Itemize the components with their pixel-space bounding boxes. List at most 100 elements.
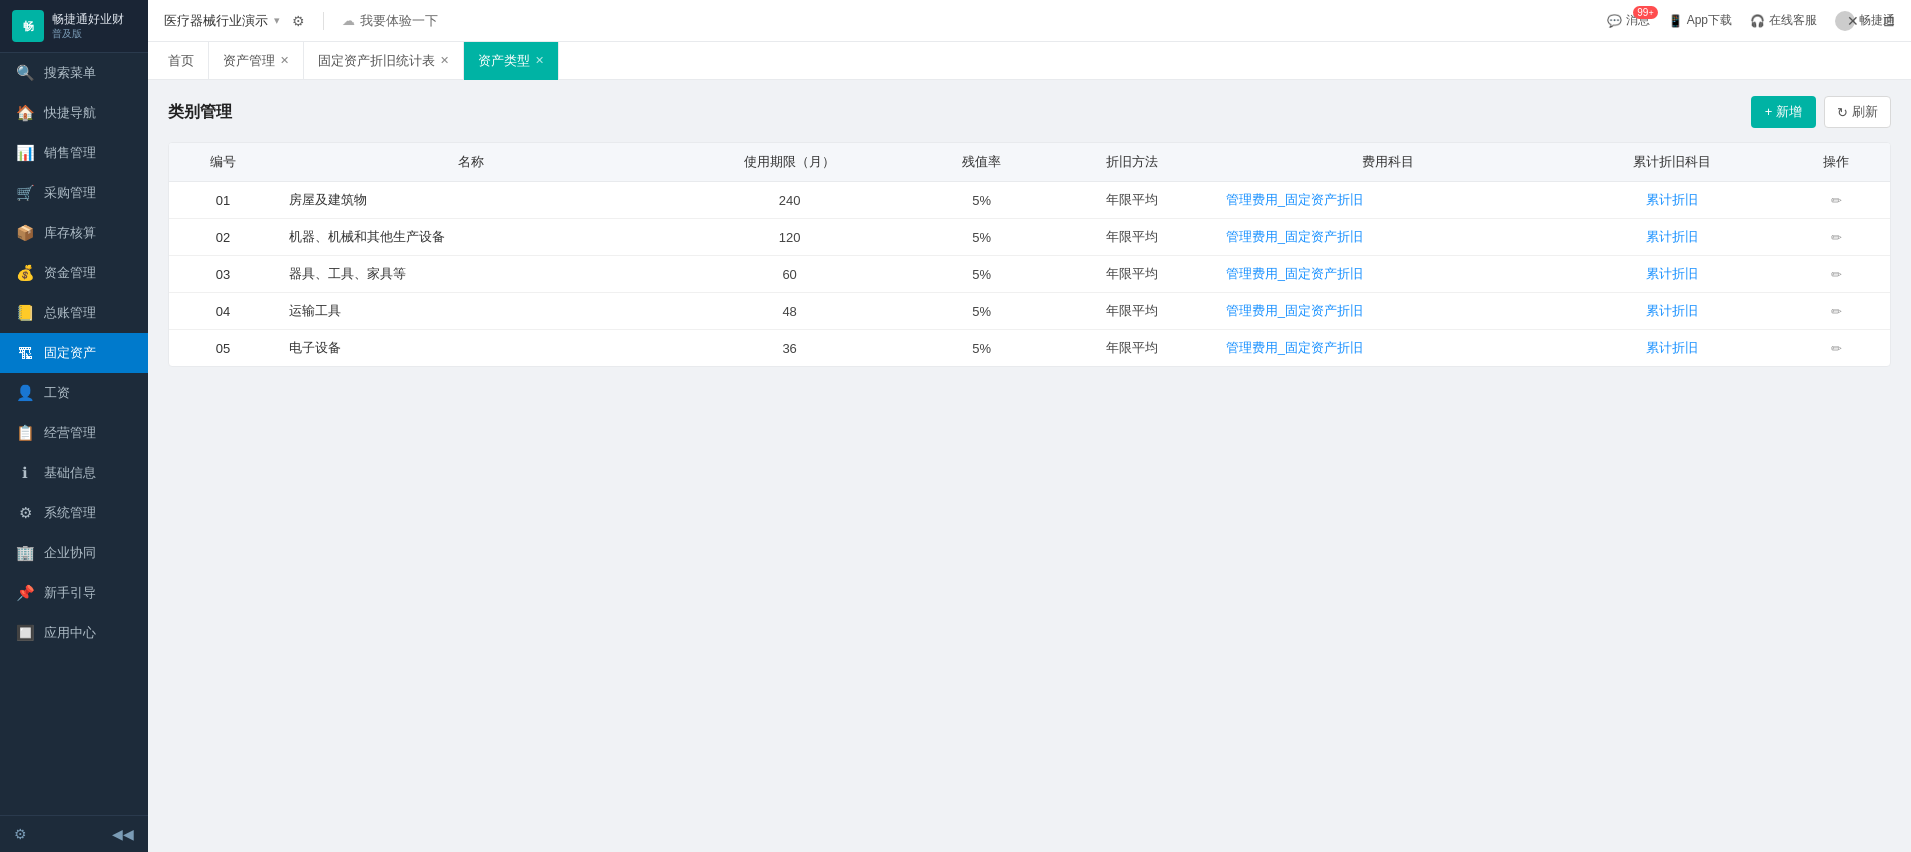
cell-expense: 管理费用_固定资产折旧 [1214, 330, 1562, 367]
online-service-button[interactable]: 🎧 在线客服 [1750, 12, 1817, 29]
cell-period: 240 [665, 182, 913, 219]
sidebar-item-fixed-asset[interactable]: 🏗 固定资产 [0, 333, 148, 373]
edit-button[interactable]: ✏ [1831, 304, 1842, 319]
refresh-label: 刷新 [1852, 103, 1878, 121]
cell-expense: 管理费用_固定资产折旧 [1214, 256, 1562, 293]
cell-period: 36 [665, 330, 913, 367]
table-row: 01 房屋及建筑物 240 5% 年限平均 管理费用_固定资产折旧 累计折旧 ✏ [169, 182, 1890, 219]
money-icon: 💰 [16, 264, 34, 282]
edit-button[interactable]: ✏ [1831, 267, 1842, 282]
sidebar-item-enterprise[interactable]: 🏢 企业协同 [0, 533, 148, 573]
chevron-down-icon: ▾ [274, 14, 280, 27]
cell-code: 01 [169, 182, 277, 219]
fixed-asset-icon: 🏗 [16, 345, 34, 362]
tab-asset-mgmt[interactable]: 资产管理 ✕ [209, 42, 304, 80]
experience-button[interactable]: ☁ 我要体验一下 [342, 12, 438, 30]
sidebar-item-purchase[interactable]: 🛒 采购管理 [0, 173, 148, 213]
sidebar-item-inventory[interactable]: 📦 库存核算 [0, 213, 148, 253]
main-area: 医疗器械行业演示 ▾ ⚙ ☁ 我要体验一下 💬 消息 99+ 📱 App下载 🎧… [148, 0, 1911, 852]
industry-settings-icon[interactable]: ⚙ [292, 13, 305, 29]
settings-icon[interactable]: ⚙ [14, 826, 27, 842]
industry-selector[interactable]: 医疗器械行业演示 ▾ [164, 12, 280, 30]
app-logo-icon: 畅 [12, 10, 44, 42]
cell-expense: 管理费用_固定资产折旧 [1214, 219, 1562, 256]
cell-name: 房屋及建筑物 [277, 182, 666, 219]
notification-badge: 99+ [1633, 6, 1657, 19]
refresh-button[interactable]: ↻ 刷新 [1824, 96, 1891, 128]
sidebar-item-funds[interactable]: 💰 资金管理 [0, 253, 148, 293]
tab-home-label: 首页 [168, 52, 194, 70]
table-row: 02 机器、机械和其他生产设备 120 5% 年限平均 管理费用_固定资产折旧 … [169, 219, 1890, 256]
cell-residual: 5% [914, 256, 1050, 293]
category-table-container: 编号 名称 使用期限（月） 残值率 折旧方法 费用科目 累计折旧科目 操作 01… [168, 142, 1891, 367]
sidebar-item-ledger[interactable]: 📒 总账管理 [0, 293, 148, 333]
col-accumulated: 累计折旧科目 [1562, 143, 1782, 182]
cell-method: 年限平均 [1050, 293, 1214, 330]
sidebar-item-salary[interactable]: 👤 工资 [0, 373, 148, 413]
sidebar-label-inventory: 库存核算 [44, 224, 96, 242]
topbar: 医疗器械行业演示 ▾ ⚙ ☁ 我要体验一下 💬 消息 99+ 📱 App下载 🎧… [148, 0, 1911, 42]
close-tab-asset-mgmt[interactable]: ✕ [280, 54, 289, 67]
cell-name: 机器、机械和其他生产设备 [277, 219, 666, 256]
sidebar-item-search[interactable]: 🔍 搜索菜单 [0, 53, 148, 93]
content-area: 类别管理 + 新增 ↻ 刷新 编号 名称 使用期限（月） 残值率 折旧方法 [148, 80, 1911, 852]
cell-action: ✏ [1782, 330, 1890, 367]
app-center-icon: 🔲 [16, 624, 34, 642]
sidebar-item-sales[interactable]: 📊 销售管理 [0, 133, 148, 173]
app-version: 普及版 [52, 27, 124, 41]
col-period: 使用期限（月） [665, 143, 913, 182]
cell-accumulated: 累计折旧 [1562, 293, 1782, 330]
edit-button[interactable]: ✏ [1831, 230, 1842, 245]
tab-asset-type[interactable]: 资产类型 ✕ [464, 42, 559, 80]
app-download-button[interactable]: 📱 App下载 [1668, 12, 1732, 29]
guide-icon: 📌 [16, 584, 34, 602]
edit-button[interactable]: ✏ [1831, 341, 1842, 356]
collapse-sidebar-button[interactable]: ◀◀ [112, 826, 134, 842]
new-button[interactable]: + 新增 [1751, 96, 1816, 128]
sidebar-label-enterprise: 企业协同 [44, 544, 96, 562]
cell-action: ✏ [1782, 219, 1890, 256]
cell-residual: 5% [914, 330, 1050, 367]
sidebar-label-basic-info: 基础信息 [44, 464, 96, 482]
header-actions: + 新增 ↻ 刷新 [1751, 96, 1891, 128]
sidebar-label-ledger: 总账管理 [44, 304, 96, 322]
col-action: 操作 [1782, 143, 1890, 182]
sidebar-item-basic-info[interactable]: ℹ 基础信息 [0, 453, 148, 493]
sidebar-label-fixed-asset: 固定资产 [44, 344, 96, 362]
cell-action: ✏ [1782, 182, 1890, 219]
close-window-button[interactable]: ✕ [1835, 2, 1871, 40]
maximize-window-button[interactable]: ⊡ [1871, 2, 1907, 40]
tab-asset-type-label: 资产类型 [478, 52, 530, 70]
sidebar-item-system[interactable]: ⚙ 系统管理 [0, 493, 148, 533]
cell-name: 运输工具 [277, 293, 666, 330]
tab-asset-mgmt-label: 资产管理 [223, 52, 275, 70]
tab-fixed-asset-table[interactable]: 固定资产折旧统计表 ✕ [304, 42, 464, 80]
cell-action: ✏ [1782, 256, 1890, 293]
person-icon: 👤 [16, 384, 34, 402]
notification-icon: 💬 [1607, 14, 1622, 28]
sidebar-label-sales: 销售管理 [44, 144, 96, 162]
page-header: 类别管理 + 新增 ↻ 刷新 [168, 96, 1891, 128]
close-tab-fixed-asset-table[interactable]: ✕ [440, 54, 449, 67]
sidebar-item-guide[interactable]: 📌 新手引导 [0, 573, 148, 613]
table-row: 04 运输工具 48 5% 年限平均 管理费用_固定资产折旧 累计折旧 ✏ [169, 293, 1890, 330]
sidebar-item-operations[interactable]: 📋 经营管理 [0, 413, 148, 453]
sidebar-item-quick-nav[interactable]: 🏠 快捷导航 [0, 93, 148, 133]
cell-method: 年限平均 [1050, 182, 1214, 219]
sidebar-item-app-center[interactable]: 🔲 应用中心 [0, 613, 148, 653]
notifications-button[interactable]: 💬 消息 99+ [1607, 12, 1650, 29]
cell-period: 48 [665, 293, 913, 330]
close-tab-asset-type[interactable]: ✕ [535, 54, 544, 67]
online-service-label: 在线客服 [1769, 12, 1817, 29]
category-table: 编号 名称 使用期限（月） 残值率 折旧方法 费用科目 累计折旧科目 操作 01… [169, 143, 1890, 366]
cell-action: ✏ [1782, 293, 1890, 330]
edit-button[interactable]: ✏ [1831, 193, 1842, 208]
sidebar-label-quick-nav: 快捷导航 [44, 104, 96, 122]
phone-icon: 📱 [1668, 14, 1683, 28]
cart-icon: 🛒 [16, 184, 34, 202]
sidebar-nav: 🔍 搜索菜单 🏠 快捷导航 📊 销售管理 🛒 采购管理 📦 库存核算 💰 资金管… [0, 53, 148, 815]
cell-expense: 管理费用_固定资产折旧 [1214, 182, 1562, 219]
clipboard-icon: 📋 [16, 424, 34, 442]
tab-home[interactable]: 首页 [160, 42, 209, 80]
cell-accumulated: 累计折旧 [1562, 330, 1782, 367]
